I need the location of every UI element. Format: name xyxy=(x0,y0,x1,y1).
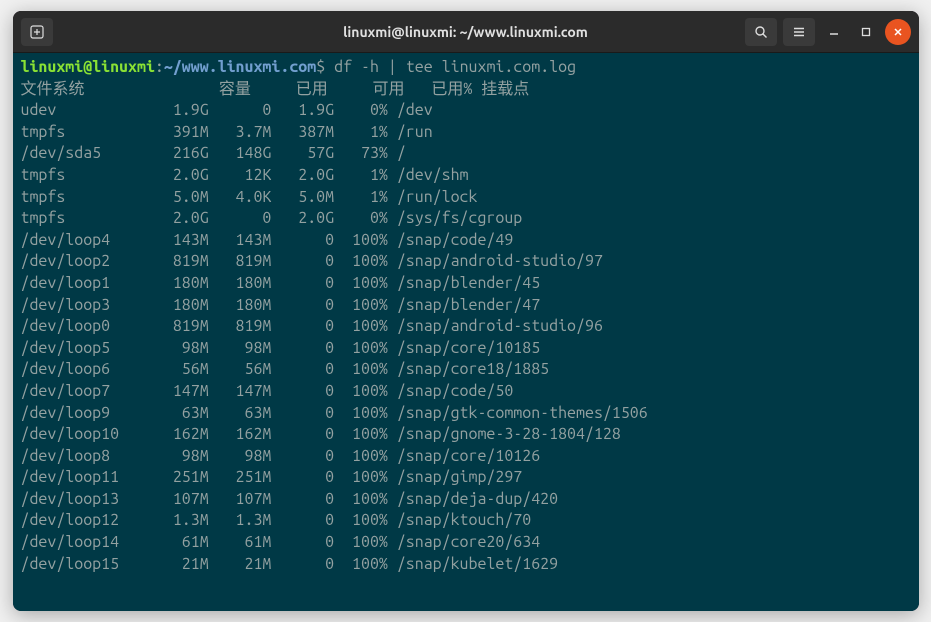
command-text: df -h | tee linuxmi.com.log xyxy=(334,58,576,76)
df-row: /dev/loop10 162M 162M 0 100% /snap/gnome… xyxy=(21,424,911,446)
titlebar-right xyxy=(745,18,911,46)
df-row: /dev/loop2 819M 819M 0 100% /snap/androi… xyxy=(21,251,911,273)
new-tab-icon xyxy=(30,25,44,39)
df-header: 文件系统 容量 已用 可用 已用% 挂载点 xyxy=(21,79,911,101)
terminal-output[interactable]: linuxmi@linuxmi:~/www.linuxmi.com$ df -h… xyxy=(13,53,919,611)
df-row: tmpfs 391M 3.7M 387M 1% /run xyxy=(21,122,911,144)
prompt-dollar: $ xyxy=(316,58,325,76)
df-row: udev 1.9G 0 1.9G 0% /dev xyxy=(21,100,911,122)
maximize-icon xyxy=(861,27,871,37)
df-row: /dev/loop4 143M 143M 0 100% /snap/code/4… xyxy=(21,230,911,252)
prompt-path: ~/www.linuxmi.com xyxy=(164,58,316,76)
new-tab-button[interactable] xyxy=(21,18,53,46)
df-row: /dev/loop11 251M 251M 0 100% /snap/gimp/… xyxy=(21,467,911,489)
df-row: /dev/loop6 56M 56M 0 100% /snap/core18/1… xyxy=(21,359,911,381)
df-row: tmpfs 2.0G 0 2.0G 0% /sys/fs/cgroup xyxy=(21,208,911,230)
user-host: linuxmi@linuxmi xyxy=(21,58,155,76)
df-row: /dev/loop12 1.3M 1.3M 0 100% /snap/ktouc… xyxy=(21,510,911,532)
terminal-window: linuxmi@linuxmi: ~/www.linuxmi.com xyxy=(13,11,919,611)
maximize-button[interactable] xyxy=(853,19,879,45)
df-row: /dev/loop7 147M 147M 0 100% /snap/code/5… xyxy=(21,381,911,403)
df-row: tmpfs 2.0G 12K 2.0G 1% /dev/shm xyxy=(21,165,911,187)
df-row: /dev/loop15 21M 21M 0 100% /snap/kubelet… xyxy=(21,554,911,576)
close-button[interactable] xyxy=(885,19,911,45)
window-title: linuxmi@linuxmi: ~/www.linuxmi.com xyxy=(343,24,588,40)
minimize-icon xyxy=(829,27,839,37)
close-icon xyxy=(893,27,903,37)
df-row: tmpfs 5.0M 4.0K 5.0M 1% /run/lock xyxy=(21,187,911,209)
df-row: /dev/loop5 98M 98M 0 100% /snap/core/101… xyxy=(21,338,911,360)
df-row: /dev/loop9 63M 63M 0 100% /snap/gtk-comm… xyxy=(21,403,911,425)
df-row: /dev/loop1 180M 180M 0 100% /snap/blende… xyxy=(21,273,911,295)
df-output: 文件系统 容量 已用 可用 已用% 挂载点udev 1.9G 0 1.9G 0%… xyxy=(21,79,911,576)
search-icon xyxy=(754,25,768,39)
df-row: /dev/loop13 107M 107M 0 100% /snap/deja-… xyxy=(21,489,911,511)
titlebar-left xyxy=(21,18,53,46)
titlebar: linuxmi@linuxmi: ~/www.linuxmi.com xyxy=(13,11,919,53)
df-row: /dev/loop14 61M 61M 0 100% /snap/core20/… xyxy=(21,532,911,554)
prompt-line: linuxmi@linuxmi:~/www.linuxmi.com$ df -h… xyxy=(21,57,911,79)
prompt-colon: : xyxy=(155,58,164,76)
df-row: /dev/loop8 98M 98M 0 100% /snap/core/101… xyxy=(21,446,911,468)
search-button[interactable] xyxy=(745,18,777,46)
hamburger-icon xyxy=(792,25,806,39)
menu-button[interactable] xyxy=(783,18,815,46)
minimize-button[interactable] xyxy=(821,19,847,45)
df-row: /dev/loop3 180M 180M 0 100% /snap/blende… xyxy=(21,295,911,317)
df-row: /dev/loop0 819M 819M 0 100% /snap/androi… xyxy=(21,316,911,338)
df-row: /dev/sda5 216G 148G 57G 73% / xyxy=(21,143,911,165)
